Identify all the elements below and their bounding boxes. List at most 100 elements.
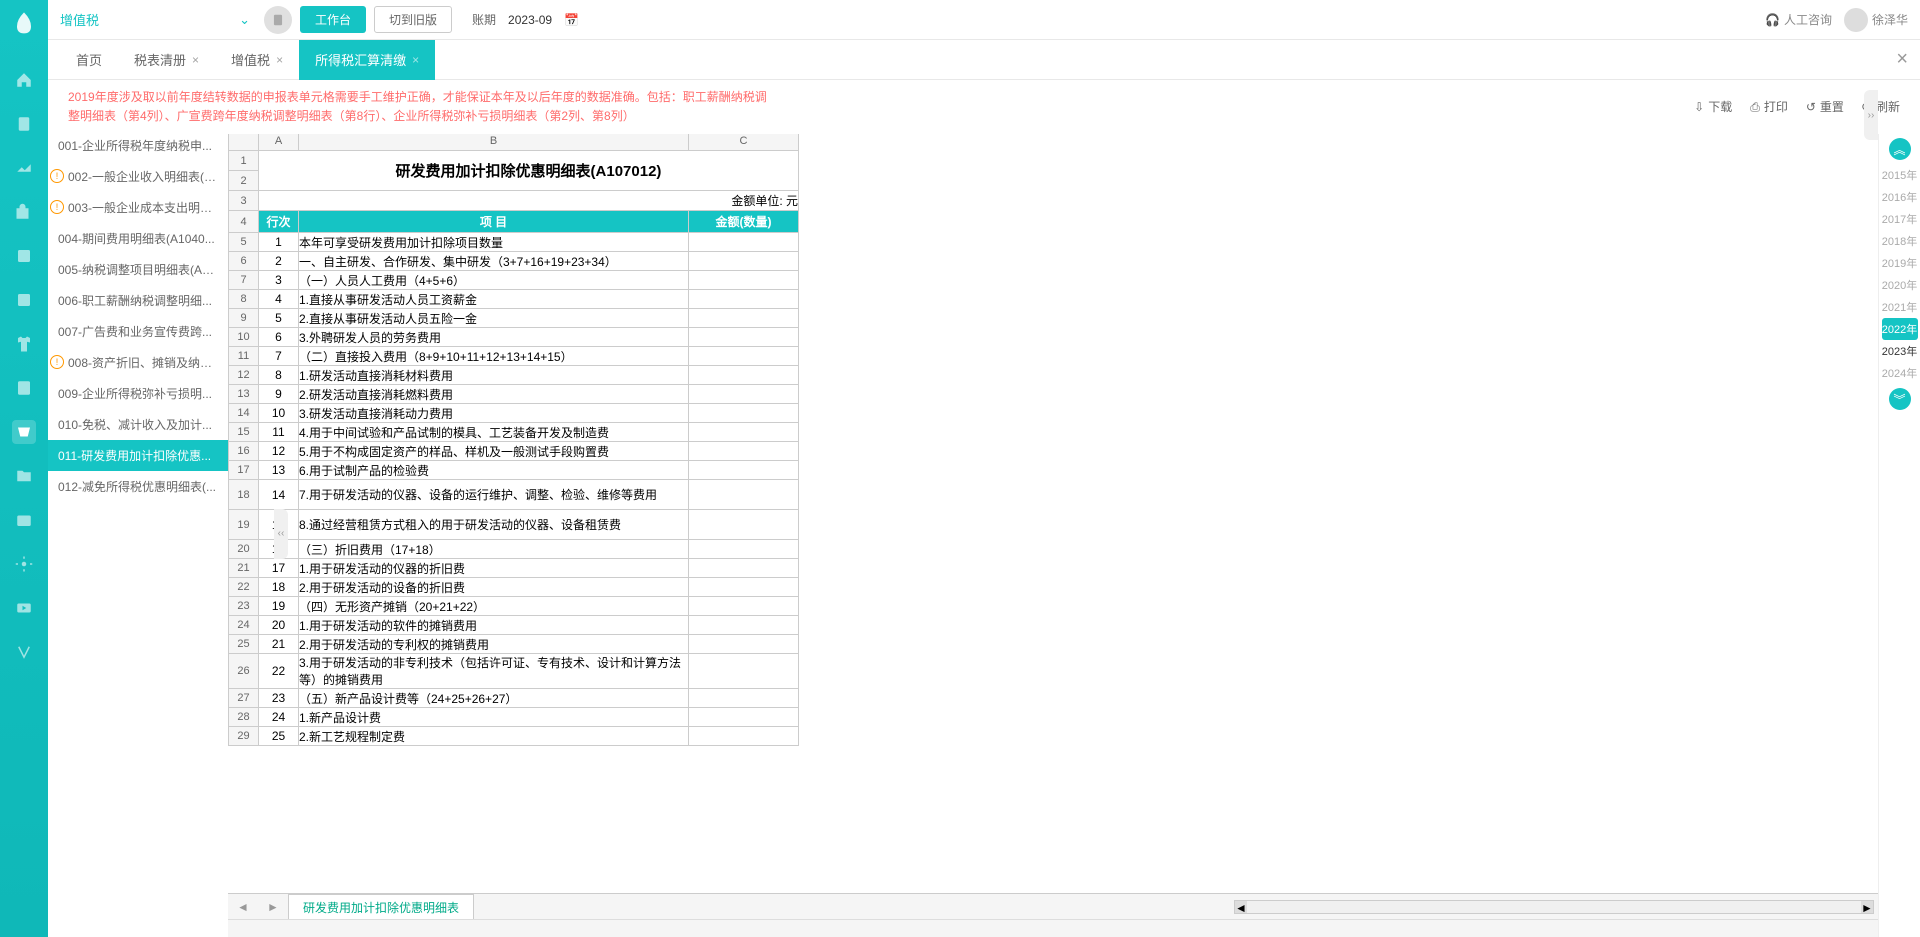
nav-video-icon[interactable] [12,596,36,620]
form-item-8[interactable]: 009-企业所得税弥补亏损明... [48,378,228,409]
item-cell[interactable]: 2.用于研发活动的设备的折旧费 [299,578,689,597]
item-cell[interactable]: 1.用于研发活动的仪器的折旧费 [299,559,689,578]
form-item-6[interactable]: 007-广告费和业务宣传费跨... [48,316,228,347]
seq-cell[interactable]: 19 [259,597,299,616]
seq-cell[interactable]: 10 [259,404,299,423]
form-item-3[interactable]: 004-期间费用明细表(A1040... [48,223,228,254]
calendar-icon[interactable]: 📅 [564,13,579,27]
item-cell[interactable]: 7.用于研发活动的仪器、设备的运行维护、调整、检验、维修等费用 [299,480,689,510]
nav-chart-icon[interactable] [12,156,36,180]
item-cell[interactable]: 8.通过经营租赁方式租入的用于研发活动的仪器、设备租赁费 [299,510,689,540]
seq-cell[interactable]: 5 [259,309,299,328]
year-2019年[interactable]: 2019年 [1882,252,1918,274]
amount-cell[interactable] [689,442,799,461]
item-cell[interactable]: 1.新产品设计费 [299,708,689,727]
form-item-4[interactable]: 005-纳税调整项目明细表(A1... [48,254,228,285]
amount-cell[interactable] [689,540,799,559]
item-cell[interactable]: 1.用于研发活动的软件的摊销费用 [299,616,689,635]
sheet-tab-next[interactable]: ► [258,900,288,914]
row-header[interactable]: 4 [229,211,259,233]
item-cell[interactable]: 3.研发活动直接消耗动力费用 [299,404,689,423]
row-header[interactable]: 20 [229,540,259,559]
nav-v-icon[interactable] [12,640,36,664]
nav-report-icon[interactable] [12,288,36,312]
row-header[interactable]: 14 [229,404,259,423]
seq-cell[interactable]: 9 [259,385,299,404]
amount-cell[interactable] [689,233,799,252]
row-header[interactable]: 22 [229,578,259,597]
row-header[interactable]: 13 [229,385,259,404]
row-header[interactable]: 6 [229,252,259,271]
tab-home[interactable]: 首页 [60,40,118,80]
amount-cell[interactable] [689,480,799,510]
row-header[interactable]: 17 [229,461,259,480]
row-header[interactable]: 16 [229,442,259,461]
close-icon[interactable]: × [412,53,419,67]
nav-bag-icon[interactable] [12,200,36,224]
seq-cell[interactable]: 22 [259,654,299,689]
tab-2[interactable]: 所得税汇算清缴× [299,40,435,80]
seq-cell[interactable]: 25 [259,727,299,746]
row-header[interactable]: 21 [229,559,259,578]
nav-list-icon[interactable] [12,244,36,268]
consult-button[interactable]: 🎧 人工咨询 [1765,11,1832,28]
form-item-9[interactable]: 010-免税、减计收入及加计... [48,409,228,440]
form-item-0[interactable]: 001-企业所得税年度纳税申... [48,130,228,161]
row-header[interactable]: 11 [229,347,259,366]
nav-doc-icon[interactable] [12,112,36,136]
amount-cell[interactable] [689,559,799,578]
row-header[interactable]: 7 [229,271,259,290]
seq-cell[interactable]: 11 [259,423,299,442]
amount-cell[interactable] [689,328,799,347]
company-selector[interactable]: 增值税 ⌄ [60,10,260,29]
row-header[interactable]: 12 [229,366,259,385]
print-button[interactable]: ⎙打印 [1750,88,1788,126]
horizontal-scrollbar[interactable]: ◄► [1234,900,1874,914]
amount-cell[interactable] [689,366,799,385]
seq-cell[interactable]: 6 [259,328,299,347]
tab-0[interactable]: 税表清册× [118,40,215,80]
switch-old-button[interactable]: 切到旧版 [374,6,452,33]
row-header[interactable]: 28 [229,708,259,727]
row-header[interactable]: 3 [229,191,259,211]
seq-cell[interactable]: 21 [259,635,299,654]
item-cell[interactable]: （四）无形资产摊销（20+21+22） [299,597,689,616]
sheet-tab[interactable]: 研发费用加计扣除优惠明细表 [288,894,474,920]
item-cell[interactable]: 2.直接从事研发活动人员五险一金 [299,309,689,328]
reset-button[interactable]: ↺重置 [1806,88,1844,126]
user-menu[interactable]: 徐泽华 [1844,8,1908,32]
collapse-sidebar-handle[interactable]: ‹‹ [274,509,288,559]
form-item-1[interactable]: 002-一般企业收入明细表(A... [48,161,228,192]
close-all-tabs[interactable]: × [1896,48,1908,71]
year-up-button[interactable]: ︽ [1889,138,1911,160]
seq-cell[interactable]: 14 [259,480,299,510]
nav-shirt-icon[interactable] [12,332,36,356]
close-icon[interactable]: × [276,53,283,67]
seq-cell[interactable]: 4 [259,290,299,309]
item-cell[interactable]: 2.研发活动直接消耗燃料费用 [299,385,689,404]
amount-cell[interactable] [689,597,799,616]
tab-1[interactable]: 增值税× [215,40,299,80]
form-item-5[interactable]: 006-职工薪酬纳税调整明细... [48,285,228,316]
year-2016年[interactable]: 2016年 [1882,186,1918,208]
expand-right-handle[interactable]: ›› [1864,90,1878,140]
amount-cell[interactable] [689,290,799,309]
nav-tax-icon[interactable] [12,420,36,444]
amount-cell[interactable] [689,727,799,746]
item-cell[interactable]: 3.外聘研发人员的劳务费用 [299,328,689,347]
year-2015年[interactable]: 2015年 [1882,164,1918,186]
item-cell[interactable]: （二）直接投入费用（8+9+10+11+12+13+14+15） [299,347,689,366]
row-header[interactable]: 19 [229,510,259,540]
item-cell[interactable]: 1.直接从事研发活动人员工资薪金 [299,290,689,309]
item-cell[interactable]: 本年可享受研发费用加计扣除项目数量 [299,233,689,252]
amount-cell[interactable] [689,252,799,271]
row-header[interactable]: 9 [229,309,259,328]
year-2022年[interactable]: 2022年 [1882,318,1918,340]
item-cell[interactable]: 6.用于试制产品的检验费 [299,461,689,480]
seq-cell[interactable]: 1 [259,233,299,252]
seq-cell[interactable]: 17 [259,559,299,578]
seq-cell[interactable]: 8 [259,366,299,385]
sheet-tab-prev[interactable]: ◄ [228,900,258,914]
amount-cell[interactable] [689,385,799,404]
row-header[interactable]: 1 [229,151,259,171]
